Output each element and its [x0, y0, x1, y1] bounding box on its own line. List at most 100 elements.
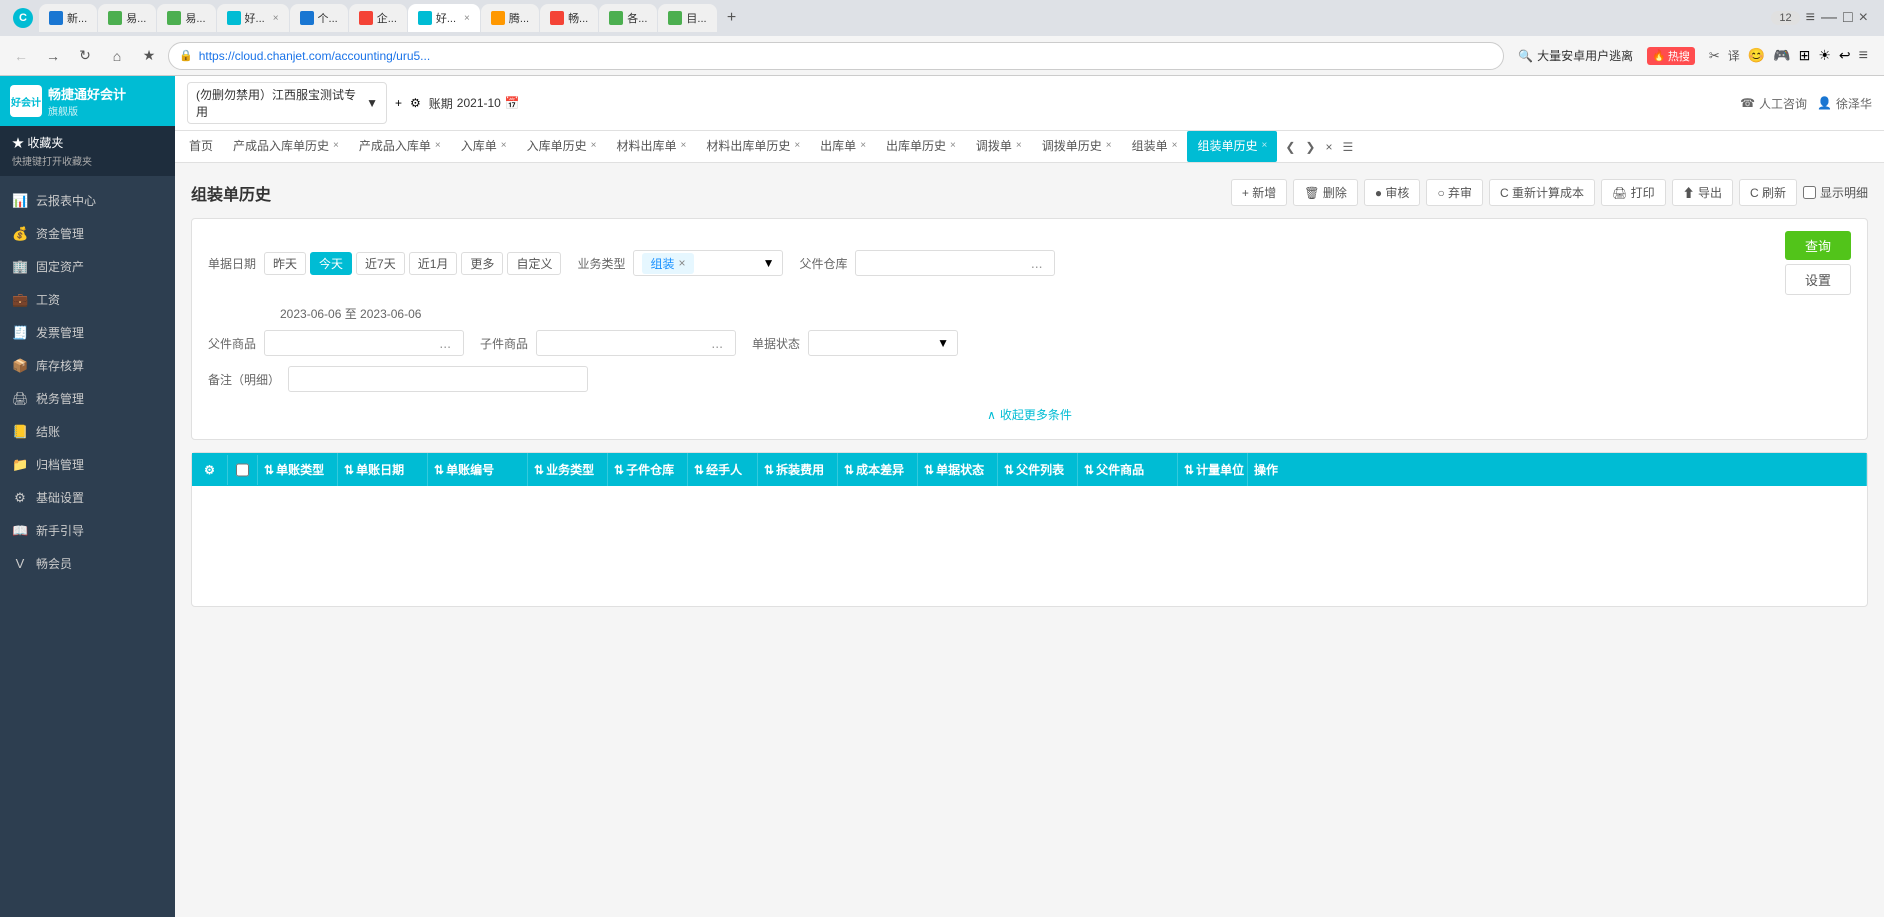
- sidebar-item-tax[interactable]: 🖨 税务管理: [0, 382, 175, 415]
- table-col-biztype[interactable]: ⇅ 业务类型: [528, 453, 608, 486]
- tab-assembly[interactable]: 组装单 ×: [1122, 131, 1188, 162]
- company-selector[interactable]: (勿删勿禁用）江西服宝测试专用 ▼: [187, 82, 387, 124]
- print-button[interactable]: 🖨 打印: [1601, 179, 1666, 206]
- menu-button[interactable]: ≡: [1859, 47, 1868, 65]
- new-record-button[interactable]: + 新增: [1231, 179, 1287, 206]
- browser-tab-9[interactable]: 畅...: [540, 4, 598, 32]
- user-avatar[interactable]: 👤 徐泽华: [1817, 95, 1872, 112]
- translate-button[interactable]: 译: [1728, 47, 1740, 64]
- tab-close-material-out-history[interactable]: ×: [794, 140, 800, 151]
- query-button[interactable]: 查询: [1785, 231, 1851, 260]
- tab-home[interactable]: 首页: [179, 131, 223, 162]
- tab-close-stock-in[interactable]: ×: [501, 140, 507, 151]
- sidebar-item-guide[interactable]: 📖 新手引导: [0, 514, 175, 547]
- export-button[interactable]: ⬆ 导出: [1672, 179, 1733, 206]
- browser-tab-4[interactable]: 好... ×: [217, 4, 289, 32]
- tab-close-finished-goods-in-history[interactable]: ×: [333, 140, 339, 151]
- date-custom-button[interactable]: 自定义: [507, 252, 561, 275]
- browser-tab-2[interactable]: 易...: [98, 4, 156, 32]
- browser-tab-7[interactable]: 好... ×: [408, 4, 480, 32]
- tab-finished-goods-in[interactable]: 产成品入库单 ×: [349, 131, 451, 162]
- sun-button[interactable]: ☀: [1818, 47, 1831, 64]
- tab-stock-in-history[interactable]: 入库单历史 ×: [517, 131, 607, 162]
- tab-material-out[interactable]: 材料出库单 ×: [606, 131, 696, 162]
- child-goods-more-button[interactable]: ...: [707, 335, 727, 351]
- tab-close-transfer[interactable]: ×: [1016, 140, 1022, 151]
- table-col-disassemble[interactable]: ⇅ 拆装费用: [758, 453, 838, 486]
- refresh-browser-button[interactable]: ↻: [72, 43, 98, 69]
- browser-tab-11[interactable]: 目...: [658, 4, 716, 32]
- header-add-button[interactable]: +: [395, 96, 402, 110]
- search-bar[interactable]: 🔍 大量安卓用户逃离: [1510, 47, 1641, 64]
- table-col-no[interactable]: ⇅ 单账编号: [428, 453, 528, 486]
- tab-close-stock-out-history[interactable]: ×: [950, 140, 956, 151]
- tab-transfer-history[interactable]: 调拨单历史 ×: [1032, 131, 1122, 162]
- sidebar-item-vip[interactable]: V 畅会员: [0, 547, 175, 580]
- sidebar-item-close-accounts[interactable]: 📒 结账: [0, 415, 175, 448]
- tab-close-4[interactable]: ×: [273, 13, 279, 24]
- table-col-type[interactable]: ⇅ 单账类型: [258, 453, 338, 486]
- collapse-conditions-button[interactable]: ∧ 收起更多条件: [208, 402, 1851, 427]
- doc-status-select[interactable]: ▼: [808, 330, 958, 356]
- biz-type-select[interactable]: 组装 × ▼: [633, 250, 783, 276]
- browser-tab-3[interactable]: 易...: [157, 4, 215, 32]
- sidebar-item-fixed-assets[interactable]: 🏢 固定资产: [0, 250, 175, 283]
- header-settings-button[interactable]: ⚙: [410, 96, 421, 110]
- back-button[interactable]: ←: [8, 43, 34, 69]
- parent-goods-more-button[interactable]: ...: [435, 335, 455, 351]
- browser-tab-1[interactable]: 新...: [39, 4, 97, 32]
- table-col-date[interactable]: ⇅ 单账日期: [338, 453, 428, 486]
- sidebar-item-funds[interactable]: 💰 资金管理: [0, 217, 175, 250]
- recalc-cost-button[interactable]: C 重新计算成本: [1489, 179, 1595, 206]
- home-button[interactable]: ⌂: [104, 43, 130, 69]
- tab-stock-in[interactable]: 入库单 ×: [451, 131, 517, 162]
- tab-assembly-history[interactable]: 组装单历史 ×: [1187, 131, 1277, 162]
- new-tab-button[interactable]: +: [718, 4, 746, 32]
- table-col-status[interactable]: ⇅ 单据状态: [918, 453, 998, 486]
- date-1month-button[interactable]: 近1月: [409, 252, 458, 275]
- sidebar-item-reports[interactable]: 📊 云报表中心: [0, 184, 175, 217]
- abandon-audit-button[interactable]: ○ 弃审: [1426, 179, 1483, 206]
- tab-close-stock-in-history[interactable]: ×: [591, 140, 597, 151]
- parent-warehouse-input[interactable]: ...: [855, 250, 1055, 276]
- table-col-handler[interactable]: ⇅ 经手人: [688, 453, 758, 486]
- tab-material-out-history[interactable]: 材料出库单历史 ×: [696, 131, 810, 162]
- sidebar-item-inventory[interactable]: 📦 库存核算: [0, 349, 175, 382]
- show-detail-toggle[interactable]: 显示明细: [1803, 184, 1868, 201]
- browser-tab-8[interactable]: 腾...: [481, 4, 539, 32]
- table-col-subwh[interactable]: ⇅ 子件仓库: [608, 453, 688, 486]
- tab-close-assembly[interactable]: ×: [1172, 140, 1178, 151]
- table-col-settings[interactable]: ⚙: [192, 455, 228, 485]
- tabs-scroll-right[interactable]: ❯: [1301, 138, 1319, 156]
- remark-input[interactable]: [288, 366, 588, 392]
- tab-close-finished-goods-in[interactable]: ×: [435, 140, 441, 151]
- sidebar-bookmark[interactable]: ★ 收藏夹 快捷键打开收藏夹: [0, 126, 175, 176]
- table-select-all-checkbox[interactable]: [236, 463, 249, 477]
- table-col-parentlist[interactable]: ⇅ 父件列表: [998, 453, 1078, 486]
- tab-finished-goods-in-history[interactable]: 产成品入库单历史 ×: [223, 131, 349, 162]
- tab-list-icon[interactable]: ≡: [1806, 9, 1815, 27]
- tab-stock-out-history[interactable]: 出库单历史 ×: [876, 131, 966, 162]
- sidebar-item-payroll[interactable]: 💼 工资: [0, 283, 175, 316]
- tabs-close-all[interactable]: ×: [1321, 138, 1336, 156]
- tab-close-transfer-history[interactable]: ×: [1106, 140, 1112, 151]
- scissor-button[interactable]: ✂: [1709, 48, 1720, 64]
- window-close-button[interactable]: ×: [1859, 9, 1868, 27]
- browser-tab-5[interactable]: 个...: [290, 4, 348, 32]
- tab-transfer[interactable]: 调拨单 ×: [966, 131, 1032, 162]
- table-col-unit[interactable]: ⇅ 计量单位: [1178, 453, 1248, 486]
- sidebar-item-invoice[interactable]: 🧾 发票管理: [0, 316, 175, 349]
- delete-button[interactable]: 🗑 删除: [1293, 179, 1358, 206]
- tab-close-assembly-history[interactable]: ×: [1261, 140, 1267, 151]
- undo-button[interactable]: ↩: [1839, 47, 1851, 64]
- refresh-page-button[interactable]: C 刷新: [1739, 179, 1797, 206]
- browser-tab-6[interactable]: 企...: [349, 4, 407, 32]
- tabs-more[interactable]: ☰: [1338, 138, 1357, 156]
- tab-close-7[interactable]: ×: [464, 13, 470, 24]
- window-maximize-button[interactable]: □: [1843, 9, 1853, 27]
- date-7days-button[interactable]: 近7天: [356, 252, 405, 275]
- parent-goods-input[interactable]: ...: [264, 330, 464, 356]
- help-center-button[interactable]: ☎ 人工咨询: [1740, 95, 1807, 112]
- biz-type-tag-close[interactable]: ×: [678, 256, 685, 270]
- tab-close-material-out[interactable]: ×: [680, 140, 686, 151]
